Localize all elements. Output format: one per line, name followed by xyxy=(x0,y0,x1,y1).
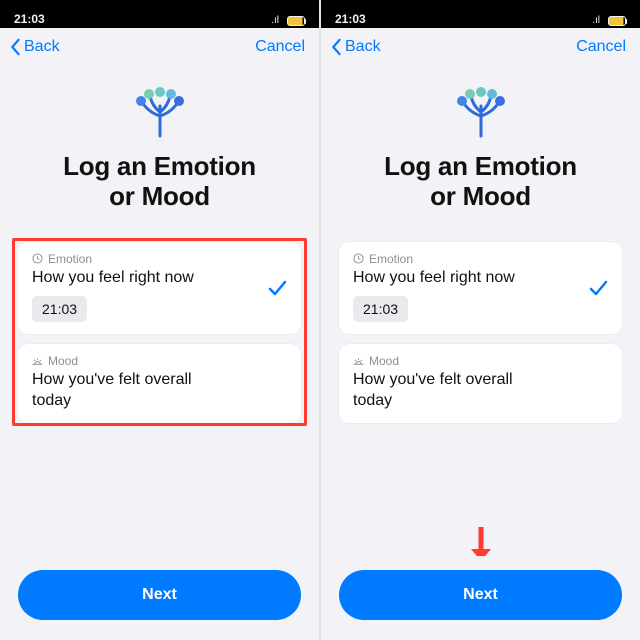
status-icons: .ıl xyxy=(592,15,626,26)
emotion-card-header: Emotion xyxy=(353,252,608,266)
nav-bar: Back Cancel xyxy=(321,28,640,62)
mood-card[interactable]: Mood How you've felt overall today xyxy=(339,344,622,423)
emotion-card-header: Emotion xyxy=(32,252,287,266)
sunrise-icon xyxy=(32,356,43,367)
checkmark-icon xyxy=(267,278,287,303)
mood-card-header: Mood xyxy=(353,354,608,368)
emotion-card[interactable]: Emotion How you feel right now 21:03 xyxy=(339,242,622,334)
checkmark-icon xyxy=(588,278,608,303)
emotion-card-text: How you feel right now xyxy=(32,268,287,288)
phone-left: 21:03 .ıl Back Cancel xyxy=(0,0,319,640)
screen: Back Cancel xyxy=(0,28,319,640)
hero: Log an Emotionor Mood xyxy=(321,62,640,220)
emotion-time-pill[interactable]: 21:03 xyxy=(353,296,408,322)
emotion-card[interactable]: Emotion How you feel right now 21:03 xyxy=(18,242,301,334)
signal-icon: .ıl xyxy=(271,15,279,26)
battery-icon xyxy=(608,16,626,26)
status-bar: 21:03 .ıl xyxy=(0,0,319,28)
nav-bar: Back Cancel xyxy=(0,28,319,62)
page-title: Log an Emotionor Mood xyxy=(18,152,301,212)
mood-card[interactable]: Mood How you've felt overall today xyxy=(18,344,301,423)
emotion-time-pill[interactable]: 21:03 xyxy=(32,296,87,322)
status-bar: 21:03 .ıl xyxy=(321,0,640,28)
status-time: 21:03 xyxy=(335,12,366,26)
hero: Log an Emotionor Mood xyxy=(0,62,319,220)
back-label: Back xyxy=(24,38,60,56)
app-logo-icon xyxy=(130,84,190,140)
bottom-bar: Next xyxy=(0,556,319,640)
next-button[interactable]: Next xyxy=(339,570,622,620)
bottom-bar: Next xyxy=(321,556,640,640)
mood-card-text: How you've felt overall today xyxy=(353,370,513,411)
screen: Back Cancel xyxy=(321,28,640,640)
page-title: Log an Emotionor Mood xyxy=(339,152,622,212)
option-cards: Emotion How you feel right now 21:03 Moo… xyxy=(321,242,640,423)
status-icons: .ıl xyxy=(271,15,305,26)
cancel-button[interactable]: Cancel xyxy=(576,38,626,56)
mood-card-text: How you've felt overall today xyxy=(32,370,192,411)
clock-icon xyxy=(32,253,43,264)
clock-icon xyxy=(353,253,364,264)
back-button[interactable]: Back xyxy=(329,38,381,56)
emotion-card-text: How you feel right now xyxy=(353,268,608,288)
mood-card-header: Mood xyxy=(32,354,287,368)
sunrise-icon xyxy=(353,356,364,367)
chevron-left-icon xyxy=(8,38,22,56)
next-button[interactable]: Next xyxy=(18,570,301,620)
cancel-button[interactable]: Cancel xyxy=(255,38,305,56)
chevron-left-icon xyxy=(329,38,343,56)
battery-icon xyxy=(287,16,305,26)
signal-icon: .ıl xyxy=(592,15,600,26)
app-logo-icon xyxy=(451,84,511,140)
option-cards: Emotion How you feel right now 21:03 Moo… xyxy=(0,242,319,423)
back-label: Back xyxy=(345,38,381,56)
back-button[interactable]: Back xyxy=(8,38,60,56)
status-time: 21:03 xyxy=(14,12,45,26)
phone-right: 21:03 .ıl Back Cancel xyxy=(321,0,640,640)
screenshot-pair: 21:03 .ıl Back Cancel xyxy=(0,0,640,640)
